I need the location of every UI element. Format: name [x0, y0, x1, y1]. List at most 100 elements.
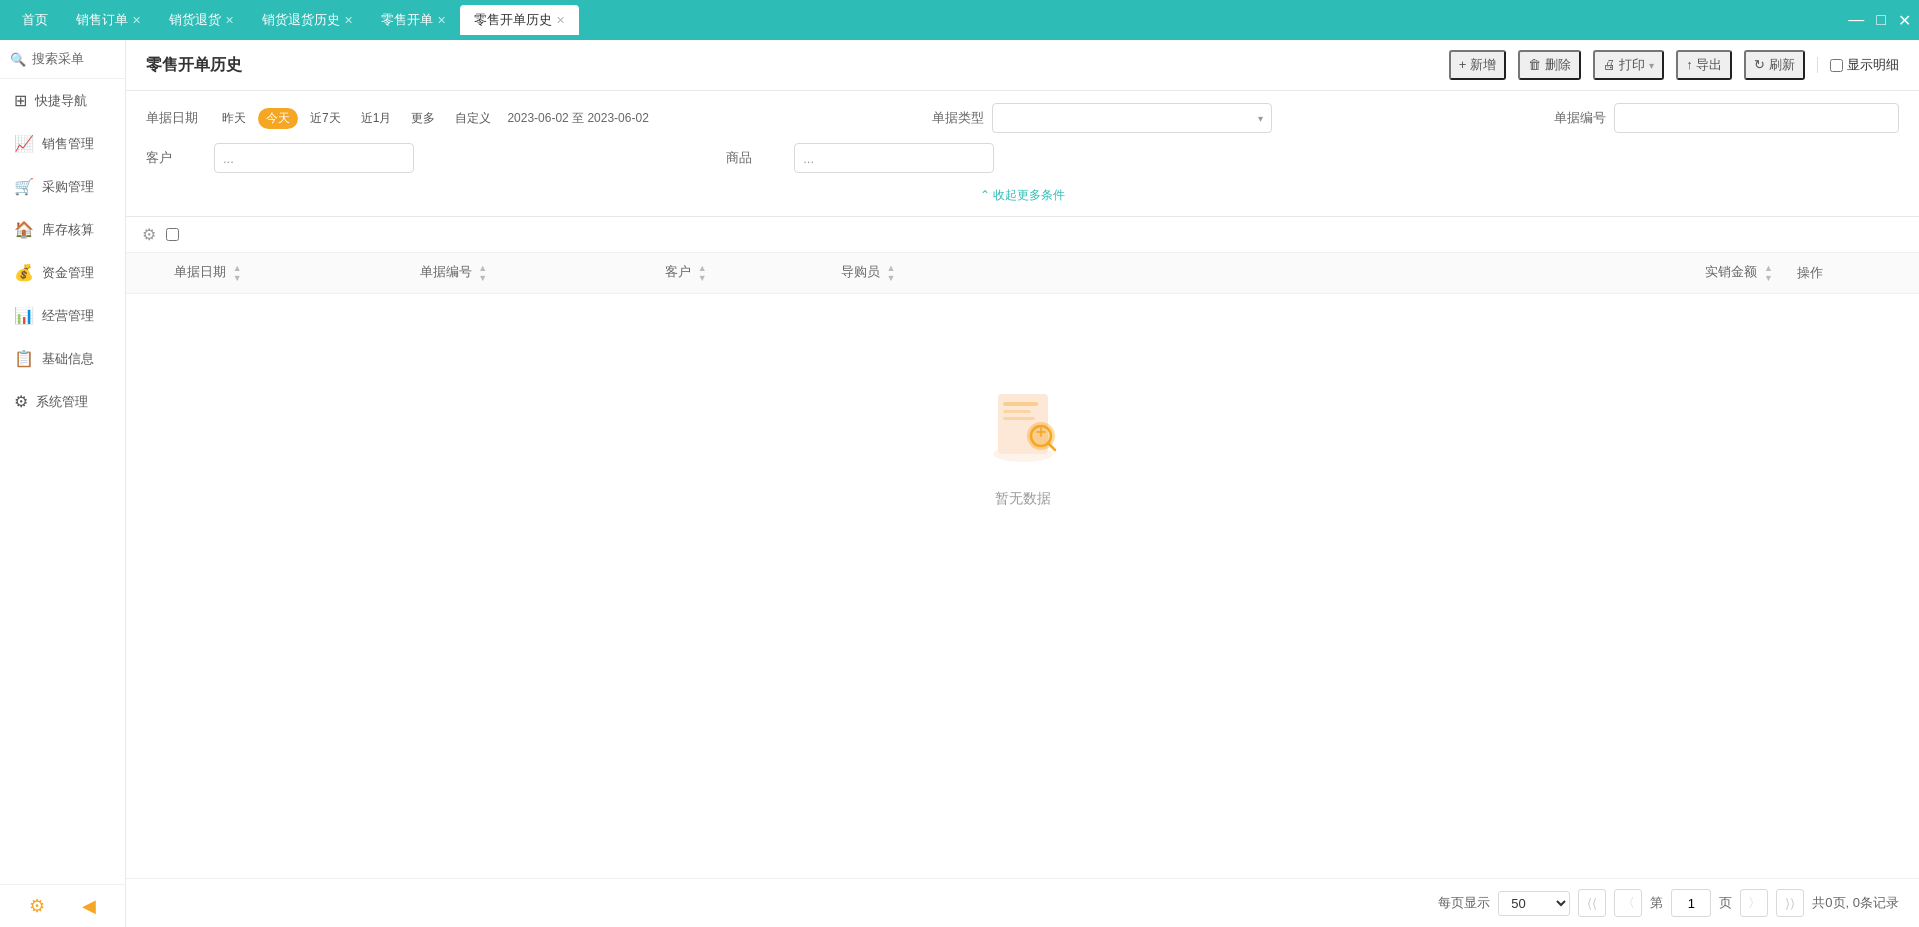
sidebar-item-operations[interactable]: 📊 经营管理 [0, 294, 125, 337]
minimize-button[interactable]: — [1848, 11, 1864, 29]
sort-customer-icon: ▲▼ [698, 263, 707, 283]
table-toolbar: ⚙ [126, 217, 1919, 253]
sidebar-item-purchase-mgmt[interactable]: 🛒 采购管理 [0, 165, 125, 208]
page-number-input[interactable] [1671, 889, 1711, 917]
select-all-checkbox[interactable] [166, 228, 179, 241]
tab-sales-return-history-close[interactable]: ✕ [344, 14, 353, 27]
system-mgmt-icon: ⚙ [14, 392, 28, 411]
purchase-mgmt-icon: 🛒 [14, 177, 34, 196]
export-button[interactable]: ↑ 导出 [1676, 50, 1732, 80]
delete-button-label: 🗑 删除 [1528, 56, 1571, 74]
settings-bottom-button[interactable]: ⚙ [29, 895, 45, 917]
table-settings-icon[interactable]: ⚙ [142, 225, 156, 244]
page-word: 第 [1650, 894, 1663, 912]
tab-bar: 首页 销售订单 ✕ 销货退货 ✕ 销货退货历史 ✕ 零售开单 ✕ 零售开单历史 … [0, 0, 1919, 40]
finance-icon: 💰 [14, 263, 34, 282]
sort-guide-icon: ▲▼ [886, 263, 895, 283]
table-container: ⚙ 单据日期 ▲▼ 单据编号 ▲▼ [126, 217, 1919, 878]
page-header: 零售开单历史 + 新增 🗑 删除 🖨 打印 ▾ ↑ 导出 ↻ 刷新 [126, 40, 1919, 91]
search-icon: 🔍 [10, 52, 26, 67]
date-btn-yesterday[interactable]: 昨天 [214, 108, 254, 129]
sidebar-item-sales-mgmt[interactable]: 📈 销售管理 [0, 122, 125, 165]
collapse-text: ⌃ 收起更多条件 [980, 188, 1065, 202]
tab-retail-history-close[interactable]: ✕ [556, 14, 565, 27]
display-detail-toggle[interactable]: 显示明细 [1830, 56, 1899, 74]
tab-sales-return[interactable]: 销货退货 ✕ [155, 5, 248, 35]
col-spacer [1039, 253, 1539, 294]
type-filter-label: 单据类型 [932, 109, 984, 127]
goods-filter-input[interactable]: ... [794, 143, 994, 173]
tab-home[interactable]: 首页 [8, 5, 62, 35]
goods-filter-label: 商品 [726, 149, 786, 167]
print-button[interactable]: 🖨 打印 ▾ [1593, 50, 1665, 80]
tab-sales-return-history[interactable]: 销货退货历史 ✕ [248, 5, 367, 35]
collapse-filters-button[interactable]: ⌃ 收起更多条件 [146, 183, 1899, 212]
date-btn-today[interactable]: 今天 [258, 108, 298, 129]
quick-nav-icon: ⊞ [14, 91, 27, 110]
sidebar-item-quick-nav[interactable]: ⊞ 快捷导航 [0, 79, 125, 122]
last-page-button[interactable]: ⟩⟩ [1776, 889, 1804, 917]
sort-amount-icon: ▲▼ [1764, 263, 1773, 283]
goods-dots: ... [803, 151, 814, 166]
refresh-button-label: ↻ 刷新 [1754, 56, 1795, 74]
sidebar-item-basic-info[interactable]: 📋 基础信息 [0, 337, 125, 380]
close-button[interactable]: ✕ [1898, 11, 1911, 30]
add-button-label: + 新增 [1459, 56, 1496, 74]
sidebar-item-system-mgmt[interactable]: ⚙ 系统管理 [0, 380, 125, 423]
date-btn-last7[interactable]: 近7天 [302, 108, 349, 129]
next-page-button[interactable]: 〉 [1740, 889, 1768, 917]
sidebar-item-sales-mgmt-label: 销售管理 [42, 135, 94, 153]
empty-text: 暂无数据 [995, 490, 1051, 508]
sort-date-icon: ▲▼ [233, 263, 242, 283]
date-btn-more[interactable]: 更多 [403, 108, 443, 129]
sidebar: 🔍 搜索采单 ⊞ 快捷导航 📈 销售管理 🛒 采购管理 🏠 库存核算 💰 资金管… [0, 40, 126, 927]
refresh-button[interactable]: ↻ 刷新 [1744, 50, 1805, 80]
svg-rect-4 [1003, 417, 1035, 420]
tab-sales-return-label: 销货退货 [169, 11, 221, 29]
filter-row-2: 客户 ... 商品 ... [146, 143, 1899, 173]
date-range-display: 2023-06-02 至 2023-06-02 [507, 110, 648, 127]
sidebar-item-operations-label: 经营管理 [42, 307, 94, 325]
toolbar-actions: + 新增 🗑 删除 🖨 打印 ▾ ↑ 导出 ↻ 刷新 显 [1449, 50, 1899, 80]
tab-retail-open[interactable]: 零售开单 ✕ [367, 5, 460, 35]
first-page-button[interactable]: ⟨⟨ [1578, 889, 1606, 917]
page-size-select[interactable]: 10 20 50 100 [1498, 891, 1570, 916]
customer-dots: ... [223, 151, 234, 166]
date-btn-last1m[interactable]: 近1月 [353, 108, 400, 129]
col-guide[interactable]: 导购员 ▲▼ [829, 253, 1040, 294]
empty-state: 暂无数据 [126, 294, 1919, 588]
col-date[interactable]: 单据日期 ▲▼ [162, 253, 408, 294]
operations-icon: 📊 [14, 306, 34, 325]
tab-sales-order-close[interactable]: ✕ [132, 14, 141, 27]
export-button-label: ↑ 导出 [1686, 56, 1722, 74]
col-number[interactable]: 单据编号 ▲▼ [408, 253, 654, 294]
date-btn-custom[interactable]: 自定义 [447, 108, 499, 129]
toolbar-divider [1817, 57, 1818, 73]
print-button-label: 🖨 打印 [1603, 56, 1646, 74]
maximize-button[interactable]: □ [1876, 11, 1886, 29]
collapse-sidebar-button[interactable]: ◀ [82, 895, 96, 917]
col-customer[interactable]: 客户 ▲▼ [653, 253, 829, 294]
type-filter-select[interactable]: ▾ [992, 103, 1272, 133]
sidebar-item-finance[interactable]: 💰 资金管理 [0, 251, 125, 294]
sales-mgmt-icon: 📈 [14, 134, 34, 153]
tab-sales-order[interactable]: 销售订单 ✕ [62, 5, 155, 35]
tab-sales-return-close[interactable]: ✕ [225, 14, 234, 27]
customer-filter-input[interactable]: ... [214, 143, 414, 173]
display-detail-checkbox[interactable] [1830, 59, 1843, 72]
total-info: 共0页, 0条记录 [1812, 894, 1899, 912]
col-actions: 操作 [1785, 253, 1919, 294]
tab-sales-order-label: 销售订单 [76, 11, 128, 29]
tab-retail-open-close[interactable]: ✕ [437, 14, 446, 27]
prev-page-button[interactable]: 〈 [1614, 889, 1642, 917]
tab-retail-history[interactable]: 零售开单历史 ✕ [460, 5, 579, 35]
number-filter-input[interactable] [1614, 103, 1899, 133]
page-word2: 页 [1719, 894, 1732, 912]
svg-rect-2 [1003, 402, 1038, 406]
delete-button[interactable]: 🗑 删除 [1518, 50, 1581, 80]
sidebar-item-inventory-label: 库存核算 [42, 221, 94, 239]
sidebar-item-inventory[interactable]: 🏠 库存核算 [0, 208, 125, 251]
add-button[interactable]: + 新增 [1449, 50, 1506, 80]
sidebar-search[interactable]: 🔍 搜索采单 [0, 40, 125, 79]
col-amount[interactable]: 实销金额 ▲▼ [1539, 253, 1785, 294]
